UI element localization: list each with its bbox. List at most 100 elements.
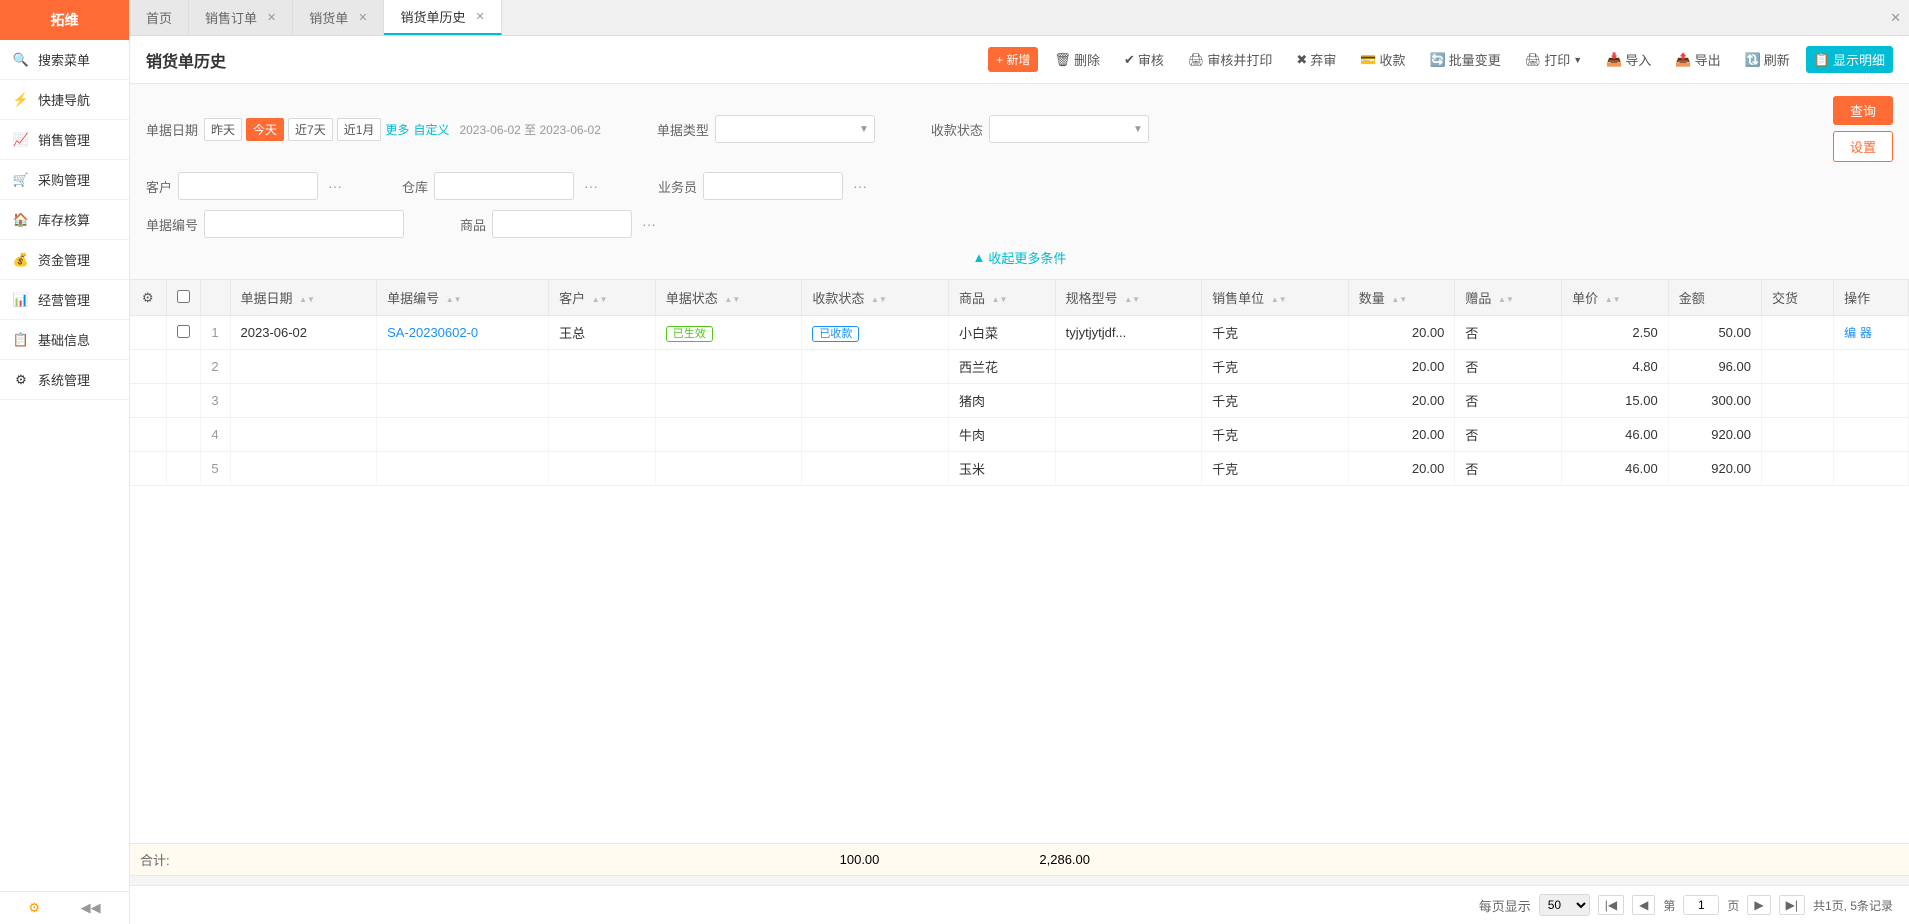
- goods-ellipsis[interactable]: ···: [638, 216, 660, 232]
- page-next-button[interactable]: ▶: [1747, 895, 1770, 915]
- show-detail-button[interactable]: 📋 显示明细: [1806, 46, 1893, 73]
- sidebar-item-inventory-calc[interactable]: 🏠 库存核算: [0, 200, 129, 240]
- collapse-button[interactable]: ▲ 收起更多条件: [146, 248, 1893, 267]
- set-button[interactable]: 设置: [1833, 131, 1893, 162]
- page-number-input[interactable]: [1683, 895, 1719, 915]
- sort-arrows-goods: ▲▼: [992, 295, 1008, 304]
- customer-input[interactable]: [178, 172, 318, 200]
- sidebar-item-finance-mgmt[interactable]: 💰 资金管理: [0, 240, 129, 280]
- new-button[interactable]: + 新增: [988, 47, 1038, 72]
- row-doc-num[interactable]: [377, 350, 549, 384]
- col-price[interactable]: 单价 ▲▼: [1562, 280, 1669, 316]
- row-trade: [1762, 418, 1834, 452]
- col-spec[interactable]: 规格型号 ▲▼: [1055, 280, 1202, 316]
- warehouse-input[interactable]: [434, 172, 574, 200]
- row-doc-num[interactable]: [377, 452, 549, 486]
- goods-input[interactable]: [492, 210, 632, 238]
- refresh-button[interactable]: 🔃 刷新: [1737, 46, 1798, 73]
- col-gear[interactable]: ⚙: [130, 280, 166, 316]
- col-qty[interactable]: 数量 ▲▼: [1348, 280, 1455, 316]
- col-customer[interactable]: 客户 ▲▼: [549, 280, 656, 316]
- refresh-icon: 🔃: [1745, 52, 1761, 68]
- row-check[interactable]: [166, 452, 200, 486]
- sidebar-item-quick-nav[interactable]: ⚡ 快捷导航: [0, 80, 129, 120]
- row-gear: [130, 316, 166, 350]
- filter-date-label: 单据日期: [146, 120, 198, 139]
- row-doc-num[interactable]: [377, 418, 549, 452]
- col-pay-status[interactable]: 收款状态 ▲▼: [802, 280, 949, 316]
- col-doc-date[interactable]: 单据日期 ▲▼: [230, 280, 377, 316]
- row-check[interactable]: [166, 418, 200, 452]
- warehouse-ellipsis[interactable]: ···: [580, 178, 602, 194]
- discard-button[interactable]: ✖ 弃审: [1288, 46, 1344, 73]
- filter-date: 单据日期 昨天 今天 近7天 近1月 更多 自定义 2023-06-02 至 2…: [146, 118, 601, 141]
- export-button[interactable]: 📤 导出: [1667, 46, 1728, 73]
- sidebar-item-sales-mgmt[interactable]: 📈 销售管理: [0, 120, 129, 160]
- row-gift: 否: [1455, 452, 1562, 486]
- salesman-ellipsis[interactable]: ···: [849, 178, 871, 194]
- row-qty: 20.00: [1348, 350, 1455, 384]
- page-first-button[interactable]: |◀: [1598, 895, 1624, 915]
- sidebar-item-basic-info[interactable]: 📋 基础信息: [0, 320, 129, 360]
- date-btn-7days[interactable]: 近7天: [288, 118, 333, 141]
- tab-sales-history-close[interactable]: ✕: [476, 10, 485, 23]
- action-more-link[interactable]: 器: [1860, 326, 1872, 340]
- row-qty: 20.00: [1348, 418, 1455, 452]
- collect-button[interactable]: 💳 收款: [1352, 46, 1413, 73]
- date-btn-yesterday[interactable]: 昨天: [204, 118, 242, 141]
- review-print-button[interactable]: 🖨 审核并打印: [1180, 46, 1281, 73]
- page-prev-button[interactable]: ◀: [1632, 895, 1655, 915]
- date-custom-link[interactable]: 自定义: [413, 121, 449, 138]
- tab-sales-delivery-close[interactable]: ✕: [358, 11, 367, 24]
- batch-change-button[interactable]: 🔄 批量变更: [1422, 46, 1509, 73]
- col-doc-status[interactable]: 单据状态 ▲▼: [655, 280, 802, 316]
- horizontal-scrollbar[interactable]: [130, 875, 1909, 885]
- row-check[interactable]: [166, 316, 200, 350]
- doc-num-input[interactable]: [204, 210, 404, 238]
- delete-button[interactable]: 🗑 删除: [1046, 46, 1108, 73]
- col-gift[interactable]: 赠品 ▲▼: [1455, 280, 1562, 316]
- tab-sales-order[interactable]: 销售订单 ✕: [189, 0, 293, 35]
- tab-sales-delivery[interactable]: 销货单 ✕: [293, 0, 384, 35]
- date-btn-1month[interactable]: 近1月: [337, 118, 382, 141]
- page-last-button[interactable]: ▶|: [1779, 895, 1805, 915]
- sidebar-item-search-menu[interactable]: 🔍 搜索菜单: [0, 40, 129, 80]
- row-doc-num[interactable]: SA-20230602-0: [377, 316, 549, 350]
- sidebar-item-purchase-mgmt[interactable]: 🛒 采购管理: [0, 160, 129, 200]
- col-trade-label: 交货: [1772, 291, 1798, 306]
- select-all-checkbox[interactable]: [177, 290, 190, 303]
- payment-status-select[interactable]: [989, 115, 1149, 143]
- filter-customer-label: 客户: [146, 177, 172, 196]
- row-doc-num[interactable]: [377, 384, 549, 418]
- row-doc-date: [230, 418, 377, 452]
- tab-sales-history[interactable]: 销货单历史 ✕: [384, 0, 501, 35]
- col-unit[interactable]: 销售单位 ▲▼: [1202, 280, 1349, 316]
- sidebar-item-system-mgmt[interactable]: ⚙ 系统管理: [0, 360, 129, 400]
- date-btn-today[interactable]: 今天: [246, 118, 284, 141]
- tab-bar-close-all[interactable]: ✕: [1890, 10, 1901, 26]
- tab-sales-order-close[interactable]: ✕: [267, 11, 276, 24]
- query-button[interactable]: 查询: [1833, 96, 1893, 125]
- action-edit-link[interactable]: 编: [1844, 326, 1856, 340]
- col-goods[interactable]: 商品 ▲▼: [948, 280, 1055, 316]
- row-check[interactable]: [166, 384, 200, 418]
- sort-arrows-qty: ▲▼: [1391, 295, 1407, 304]
- customer-ellipsis[interactable]: ···: [324, 178, 346, 194]
- sidebar-item-operations-mgmt[interactable]: 📊 经营管理: [0, 280, 129, 320]
- col-doc-num[interactable]: 单据编号 ▲▼: [377, 280, 549, 316]
- row-checkbox[interactable]: [177, 325, 190, 338]
- salesman-input[interactable]: [703, 172, 843, 200]
- page-size-select[interactable]: 50 100 200: [1539, 894, 1590, 916]
- import-button[interactable]: 📥 导入: [1598, 46, 1659, 73]
- tab-home[interactable]: 首页: [130, 0, 189, 35]
- sidebar-settings-icon[interactable]: ⚙: [28, 900, 40, 916]
- row-check[interactable]: [166, 350, 200, 384]
- doc-type-select[interactable]: [715, 115, 875, 143]
- review-button[interactable]: ✔ 审核: [1116, 46, 1172, 73]
- sidebar-collapse-icon[interactable]: ◀◀: [81, 900, 101, 916]
- row-trade: [1762, 452, 1834, 486]
- date-more-link[interactable]: 更多: [385, 121, 409, 138]
- print-button[interactable]: 🖨 打印 ▼: [1517, 46, 1590, 73]
- row-action: 编 器: [1834, 316, 1909, 350]
- sort-arrows-spec: ▲▼: [1124, 295, 1140, 304]
